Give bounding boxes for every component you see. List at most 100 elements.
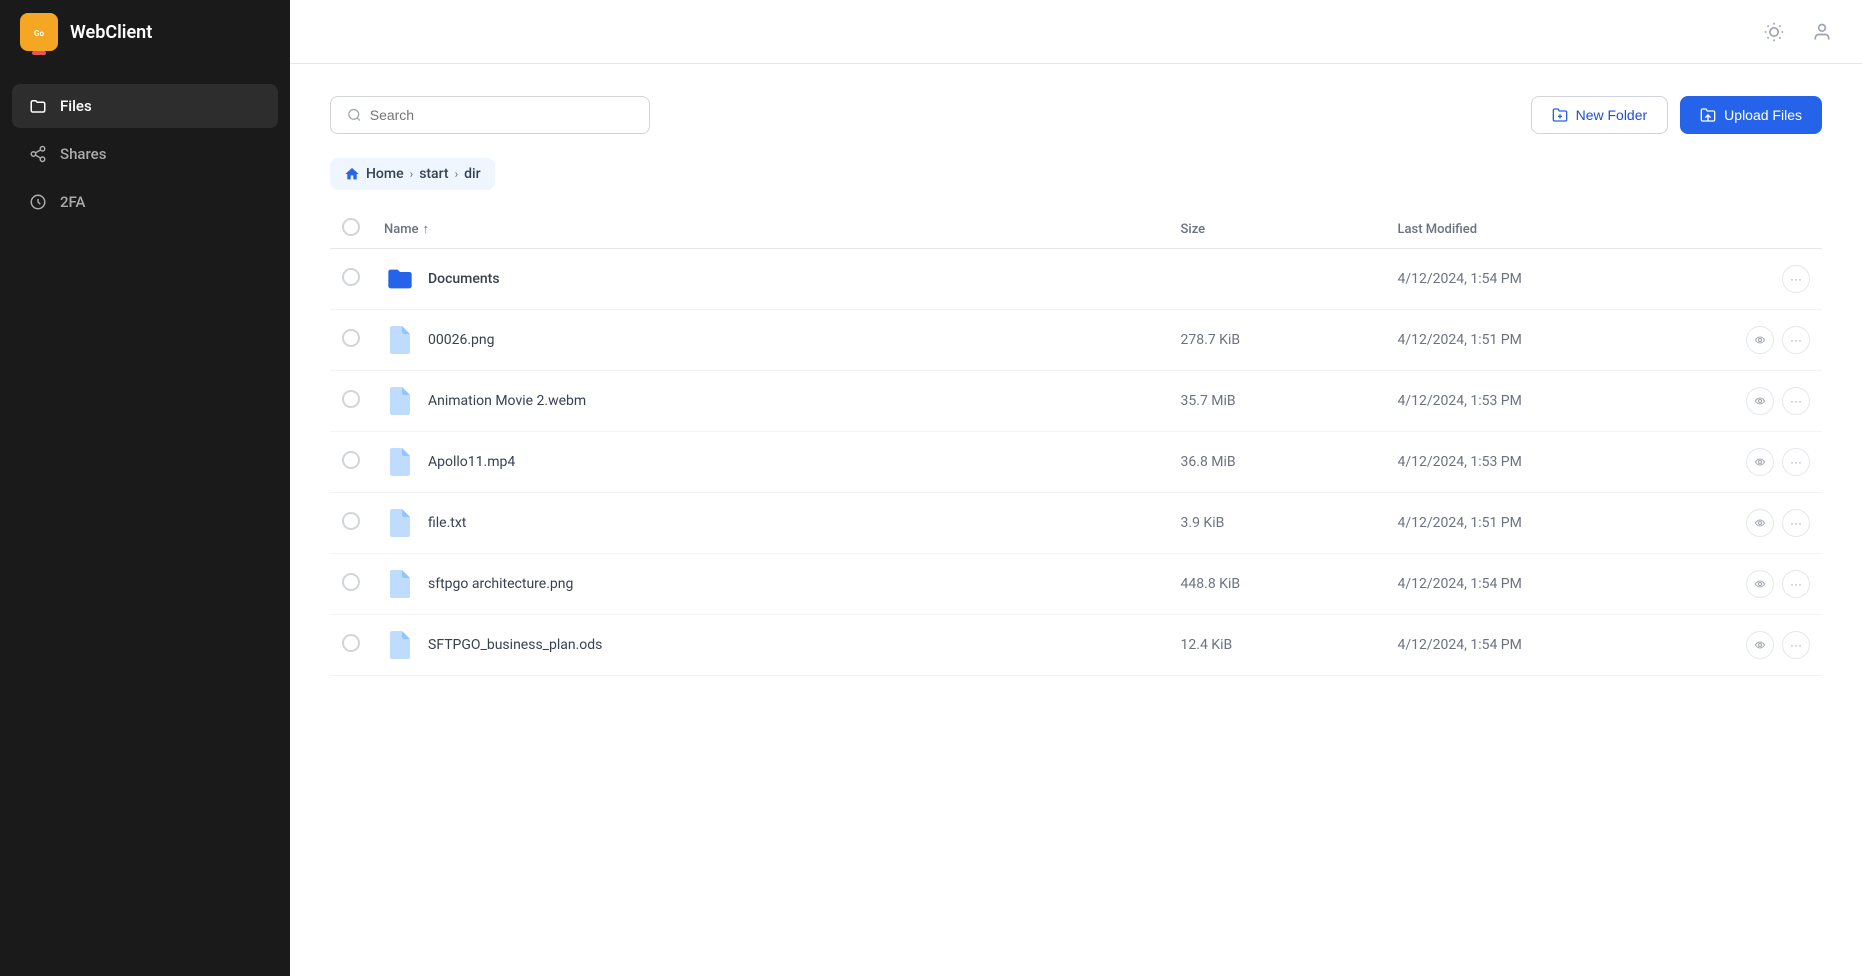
shares-icon — [28, 144, 48, 164]
more-options-button[interactable]: ··· — [1782, 631, 1810, 659]
user-icon[interactable] — [1806, 16, 1838, 48]
preview-button[interactable] — [1746, 387, 1774, 415]
search-box[interactable] — [330, 96, 650, 134]
preview-button[interactable] — [1746, 448, 1774, 476]
upload-files-button[interactable]: Upload Files — [1680, 96, 1822, 134]
upload-icon — [1700, 107, 1716, 123]
file-name[interactable]: SFTPGO_business_plan.ods — [428, 637, 602, 653]
main-content: New Folder Upload Files Home — [290, 64, 1862, 976]
more-options-button[interactable]: ··· — [1782, 265, 1810, 293]
table-row: file.txt 3.9 KiB4/12/2024, 1:51 PM ··· — [330, 493, 1822, 554]
row-checkbox[interactable] — [342, 268, 360, 286]
sidebar-item-2fa[interactable]: 2FA — [12, 180, 278, 224]
file-name[interactable]: Apollo11.mp4 — [428, 454, 515, 470]
breadcrumb-start[interactable]: start — [419, 166, 448, 182]
new-folder-label: New Folder — [1576, 107, 1648, 123]
preview-button[interactable] — [1746, 570, 1774, 598]
table-row: Apollo11.mp4 36.8 MiB4/12/2024, 1:53 PM … — [330, 432, 1822, 493]
file-size: 278.7 KiB — [1169, 310, 1386, 371]
file-name[interactable]: 00026.png — [428, 332, 495, 348]
file-icon — [384, 385, 416, 417]
file-modified: 4/12/2024, 1:54 PM — [1385, 249, 1675, 310]
theme-toggle-icon[interactable] — [1758, 16, 1790, 48]
file-name[interactable]: sftpgo architecture.png — [428, 576, 573, 592]
sort-icon: ↑ — [423, 221, 430, 237]
more-options-button[interactable]: ··· — [1782, 570, 1810, 598]
file-size: 3.9 KiB — [1169, 493, 1386, 554]
sidebar-header: Go WebClient — [0, 0, 290, 64]
file-modified: 4/12/2024, 1:51 PM — [1385, 493, 1675, 554]
file-modified: 4/12/2024, 1:54 PM — [1385, 554, 1675, 615]
file-icon — [384, 324, 416, 356]
table-row: Documents 4/12/2024, 1:54 PM ··· — [330, 249, 1822, 310]
row-checkbox[interactable] — [342, 451, 360, 469]
preview-button[interactable] — [1746, 326, 1774, 354]
file-modified: 4/12/2024, 1:51 PM — [1385, 310, 1675, 371]
preview-button[interactable] — [1746, 509, 1774, 537]
file-table-body: Documents 4/12/2024, 1:54 PM ··· 00026.p… — [330, 249, 1822, 676]
file-icon — [384, 568, 416, 600]
upload-files-label: Upload Files — [1724, 107, 1802, 123]
row-checkbox[interactable] — [342, 329, 360, 347]
col-header-size[interactable]: Size — [1169, 210, 1386, 249]
breadcrumb-home[interactable]: Home — [366, 166, 404, 182]
breadcrumb-sep-2: › — [455, 167, 459, 181]
sidebar-item-files[interactable]: Files — [12, 84, 278, 128]
folder-icon — [384, 263, 416, 295]
search-input[interactable] — [370, 107, 633, 123]
more-options-button[interactable]: ··· — [1782, 448, 1810, 476]
files-icon — [28, 96, 48, 116]
col-header-modified[interactable]: Last Modified — [1385, 210, 1675, 249]
home-icon[interactable] — [344, 166, 360, 182]
new-folder-button[interactable]: New Folder — [1531, 96, 1669, 134]
more-options-button[interactable]: ··· — [1782, 387, 1810, 415]
col-header-actions — [1675, 210, 1822, 249]
twofa-icon — [28, 192, 48, 212]
file-table: Name ↑ Size Last Modified Documents 4/12… — [330, 210, 1822, 676]
toolbar-buttons: New Folder Upload Files — [1531, 96, 1822, 134]
breadcrumb-dir[interactable]: dir — [464, 166, 480, 182]
topbar — [290, 0, 1862, 64]
row-checkbox[interactable] — [342, 634, 360, 652]
sidebar-item-2fa-label: 2FA — [60, 193, 85, 211]
sidebar-item-files-label: Files — [60, 97, 92, 115]
select-all-checkbox[interactable] — [342, 218, 360, 236]
col-header-name[interactable]: Name ↑ — [372, 210, 1169, 249]
breadcrumb-sep-1: › — [410, 167, 414, 181]
file-modified: 4/12/2024, 1:54 PM — [1385, 615, 1675, 676]
preview-button[interactable] — [1746, 631, 1774, 659]
app-logo: Go — [20, 13, 58, 51]
more-options-button[interactable]: ··· — [1782, 509, 1810, 537]
file-modified: 4/12/2024, 1:53 PM — [1385, 432, 1675, 493]
sidebar-item-shares-label: Shares — [60, 145, 106, 163]
file-name[interactable]: Animation Movie 2.webm — [428, 393, 586, 409]
sidebar-item-shares[interactable]: Shares — [12, 132, 278, 176]
file-icon — [384, 507, 416, 539]
more-options-button[interactable]: ··· — [1782, 326, 1810, 354]
col-header-checkbox — [330, 210, 372, 249]
table-row: 00026.png 278.7 KiB4/12/2024, 1:51 PM ··… — [330, 310, 1822, 371]
table-row: sftpgo architecture.png 448.8 KiB4/12/20… — [330, 554, 1822, 615]
file-size — [1169, 249, 1386, 310]
breadcrumb: Home › start › dir — [330, 158, 495, 190]
sidebar-nav: Files Shares 2FA — [0, 64, 290, 244]
row-checkbox[interactable] — [342, 573, 360, 591]
svg-text:Go: Go — [34, 29, 44, 38]
file-name[interactable]: Documents — [428, 271, 500, 287]
row-checkbox[interactable] — [342, 390, 360, 408]
new-folder-icon — [1552, 107, 1568, 123]
file-size: 12.4 KiB — [1169, 615, 1386, 676]
file-icon — [384, 446, 416, 478]
file-size: 448.8 KiB — [1169, 554, 1386, 615]
file-name[interactable]: file.txt — [428, 515, 466, 531]
file-size: 35.7 MiB — [1169, 371, 1386, 432]
toolbar: New Folder Upload Files — [330, 96, 1822, 134]
table-row: SFTPGO_business_plan.ods 12.4 KiB4/12/20… — [330, 615, 1822, 676]
app-title: WebClient — [70, 22, 152, 43]
file-icon — [384, 629, 416, 661]
sidebar: Go WebClient Files Sh — [0, 0, 290, 976]
file-size: 36.8 MiB — [1169, 432, 1386, 493]
search-icon — [347, 107, 362, 123]
table-row: Animation Movie 2.webm 35.7 MiB4/12/2024… — [330, 371, 1822, 432]
row-checkbox[interactable] — [342, 512, 360, 530]
